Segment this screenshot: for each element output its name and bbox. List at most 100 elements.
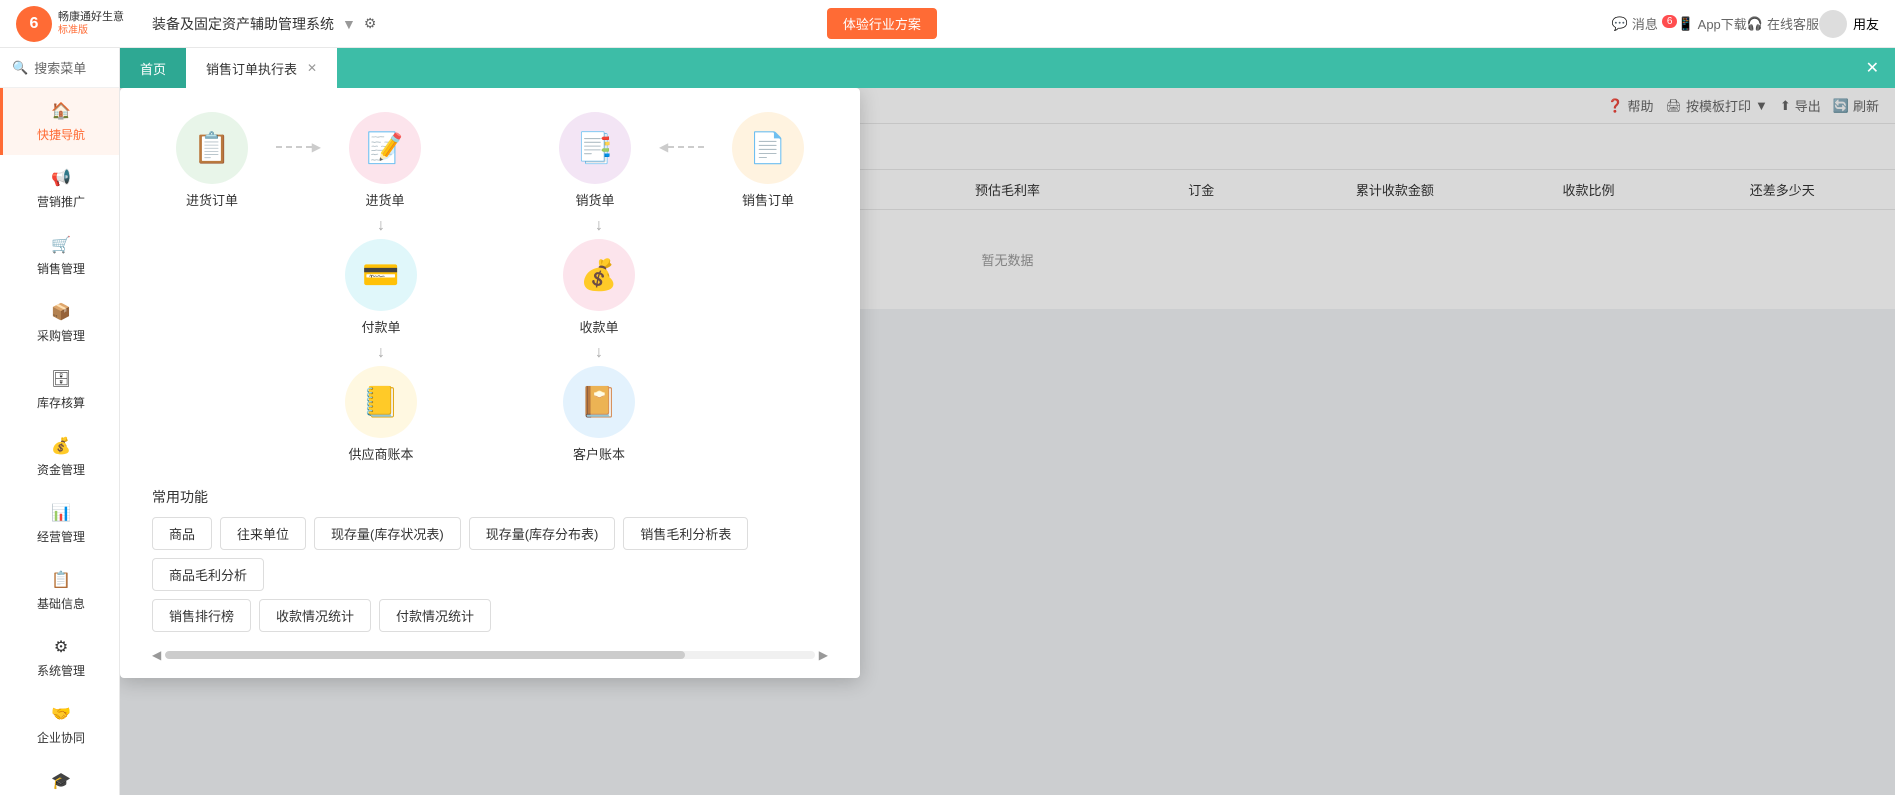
supplier-ledger-circle: 📒 xyxy=(345,366,417,438)
experience-button[interactable]: 体验行业方案 xyxy=(827,8,937,39)
func-btn-goods[interactable]: 商品 xyxy=(152,517,212,550)
flow-node-sales-order[interactable]: 📄 销售订单 xyxy=(708,112,828,209)
marketing-icon: 📢 xyxy=(50,167,72,189)
home-icon: 🏠 xyxy=(50,100,72,122)
download-icon: 📱 xyxy=(1677,16,1693,32)
message-button[interactable]: 💬 消息 6 xyxy=(1612,14,1678,33)
scroll-right-arrow[interactable]: ▶ xyxy=(819,648,828,662)
page-area: ❓ 帮助 🖨 按模板打印 ▼ ⬆ 导出 🔄 刷新 📅 单据状态 xyxy=(120,88,1895,795)
sales-order-circle: 📄 xyxy=(732,112,804,184)
operations-icon: 📊 xyxy=(50,502,72,524)
sidebar-item-enterprise[interactable]: 🤝 企业协同 xyxy=(0,691,119,758)
flow-node-supplier-ledger[interactable]: 📒 供应商账本 xyxy=(321,366,441,463)
common-functions-section: 常用功能 商品 往来单位 现存量(库存状况表) 现存量(库存分布表) 销售毛利分… xyxy=(120,487,860,632)
sidebar-item-quick-nav[interactable]: 🏠 快捷导航 xyxy=(0,88,119,155)
flow-row-1: 📋 进货订单 ▶ 📝 xyxy=(152,112,828,209)
payment-icon: 💳 xyxy=(362,258,399,293)
message-icon: 💬 xyxy=(1612,16,1628,32)
sidebar-item-sales[interactable]: 🛒 销售管理 xyxy=(0,222,119,289)
flow-arrows-row: ↓ ↓ xyxy=(152,217,828,235)
sidebar-item-finance[interactable]: 💰 资金管理 xyxy=(0,423,119,490)
purchase-slip-icon: 📝 xyxy=(366,131,403,166)
tab-close-icon[interactable]: ✕ xyxy=(307,61,317,75)
modal-box: 📋 进货订单 ▶ 📝 xyxy=(120,88,860,678)
logo-text: 畅康通好生意 标准版 xyxy=(58,10,124,37)
flow-node-sales-slip[interactable]: 📑 销货单 xyxy=(535,112,655,209)
search-icon: 🔍 xyxy=(12,60,28,76)
inventory-icon: 🗄 xyxy=(50,368,72,390)
sales-icon: 🛒 xyxy=(50,234,72,256)
user-menu[interactable]: 用友 xyxy=(1819,10,1879,38)
receipt-icon: 💰 xyxy=(580,258,617,293)
arrow-down-receipt: ↓ xyxy=(595,344,603,362)
customer-ledger-circle: 📔 xyxy=(563,366,635,438)
flow-row-2: 💳 付款单 💰 收款单 xyxy=(152,239,828,336)
sidebar-item-marketing[interactable]: 📢 营销推广 xyxy=(0,155,119,222)
dropdown-icon[interactable]: ▼ xyxy=(342,16,356,32)
common-func-title: 常用功能 xyxy=(152,487,828,507)
avatar xyxy=(1819,10,1847,38)
modal-scrollbar: ◀ ▶ xyxy=(120,640,860,662)
flow-row-3: 📒 供应商账本 📔 客户账本 xyxy=(152,366,828,463)
sidebar-item-system[interactable]: ⚙ 系统管理 xyxy=(0,624,119,691)
sidebar-item-purchase[interactable]: 📦 采购管理 xyxy=(0,289,119,356)
func-btn-stock-status[interactable]: 现存量(库存状况表) xyxy=(314,517,461,550)
flow-node-customer-ledger[interactable]: 📔 客户账本 xyxy=(539,366,659,463)
sidebar-item-operations[interactable]: 📊 经营管理 xyxy=(0,490,119,557)
app-download-button[interactable]: 📱 App下载 xyxy=(1677,14,1746,33)
sidebar: 🔍 搜索菜单 🏠 快捷导航 📢 营销推广 🛒 销售管理 📦 采购管理 🗄 库存核… xyxy=(0,48,120,795)
message-badge: 6 xyxy=(1662,15,1678,28)
arrow-down-payment: ↓ xyxy=(377,344,385,362)
sales-order-icon: 📄 xyxy=(749,131,786,166)
flow-node-payment[interactable]: 💳 付款单 xyxy=(321,239,441,336)
func-btn-stock-dist[interactable]: 现存量(库存分布表) xyxy=(469,517,616,550)
func-btns-row-2: 销售排行榜 收款情况统计 付款情况统计 xyxy=(152,599,828,632)
tab-home[interactable]: 首页 xyxy=(120,48,186,88)
scroll-left-arrow[interactable]: ◀ xyxy=(152,648,161,662)
scroll-track[interactable] xyxy=(165,651,815,659)
func-btn-goods-margin[interactable]: 商品毛利分析 xyxy=(152,558,264,591)
arrow-left-1: ◀ xyxy=(655,140,708,154)
tab-bar-close-icon[interactable]: ✕ xyxy=(1850,58,1895,78)
sales-slip-circle: 📑 xyxy=(559,112,631,184)
sidebar-item-guide[interactable]: 🎓 新手引导 xyxy=(0,758,119,795)
tab-bar: 首页 销售订单执行表 ✕ ✕ xyxy=(120,48,1895,88)
receipt-circle: 💰 xyxy=(563,239,635,311)
flow-node-purchase-slip[interactable]: 📝 进货单 xyxy=(325,112,445,209)
search-menu-button[interactable]: 🔍 搜索菜单 xyxy=(0,48,119,88)
sidebar-item-inventory[interactable]: 🗄 库存核算 xyxy=(0,356,119,423)
tab-sales-order[interactable]: 销售订单执行表 ✕ xyxy=(186,48,337,88)
settings-icon[interactable]: ⚙ xyxy=(364,15,377,32)
flow-node-receipt[interactable]: 💰 收款单 xyxy=(539,239,659,336)
finance-icon: 💰 xyxy=(50,435,72,457)
func-btn-payment-stats[interactable]: 付款情况统计 xyxy=(379,599,491,632)
arrow-down-purchase: ↓ xyxy=(377,217,385,235)
purchase-icon: 📦 xyxy=(50,301,72,323)
logo-icon: 6 xyxy=(16,6,52,42)
purchase-order-icon: 📋 xyxy=(193,131,230,166)
flow-arrows-row-2: ↓ ↓ xyxy=(152,344,828,362)
guide-icon: 🎓 xyxy=(50,770,72,792)
logo-area: 6 畅康通好生意 标准版 xyxy=(16,6,136,42)
modal-overlay: 📋 进货订单 ▶ 📝 xyxy=(120,88,1895,795)
func-btn-counterpart[interactable]: 往来单位 xyxy=(220,517,306,550)
online-service-button[interactable]: 🎧 在线客服 xyxy=(1747,14,1819,33)
top-header: 6 畅康通好生意 标准版 装备及固定资产辅助管理系统 ▼ ⚙ 体验行业方案 💬 … xyxy=(0,0,1895,48)
flow-diagram: 📋 进货订单 ▶ 📝 xyxy=(120,88,860,487)
arrow-down-sales: ↓ xyxy=(595,217,603,235)
purchase-order-circle: 📋 xyxy=(176,112,248,184)
purchase-slip-circle: 📝 xyxy=(349,112,421,184)
system-icon: ⚙ xyxy=(50,636,72,658)
service-icon: 🎧 xyxy=(1747,16,1763,32)
flow-node-purchase-order[interactable]: 📋 进货订单 xyxy=(152,112,272,209)
scroll-thumb xyxy=(165,651,685,659)
func-btn-sales-margin[interactable]: 销售毛利分析表 xyxy=(623,517,748,550)
func-btn-receipt-stats[interactable]: 收款情况统计 xyxy=(259,599,371,632)
func-btn-sales-rank[interactable]: 销售排行榜 xyxy=(152,599,251,632)
sidebar-item-basic-info[interactable]: 📋 基础信息 xyxy=(0,557,119,624)
func-btns-row-1: 商品 往来单位 现存量(库存状况表) 现存量(库存分布表) 销售毛利分析表 商品… xyxy=(152,517,828,591)
system-title: 装备及固定资产辅助管理系统 ▼ ⚙ xyxy=(152,14,827,34)
customer-ledger-icon: 📔 xyxy=(580,385,617,420)
arrow-right-1: ▶ xyxy=(272,140,325,154)
main-content: 首页 销售订单执行表 ✕ ✕ ❓ 帮助 🖨 按模板打印 ▼ ⬆ 导出 xyxy=(120,48,1895,795)
